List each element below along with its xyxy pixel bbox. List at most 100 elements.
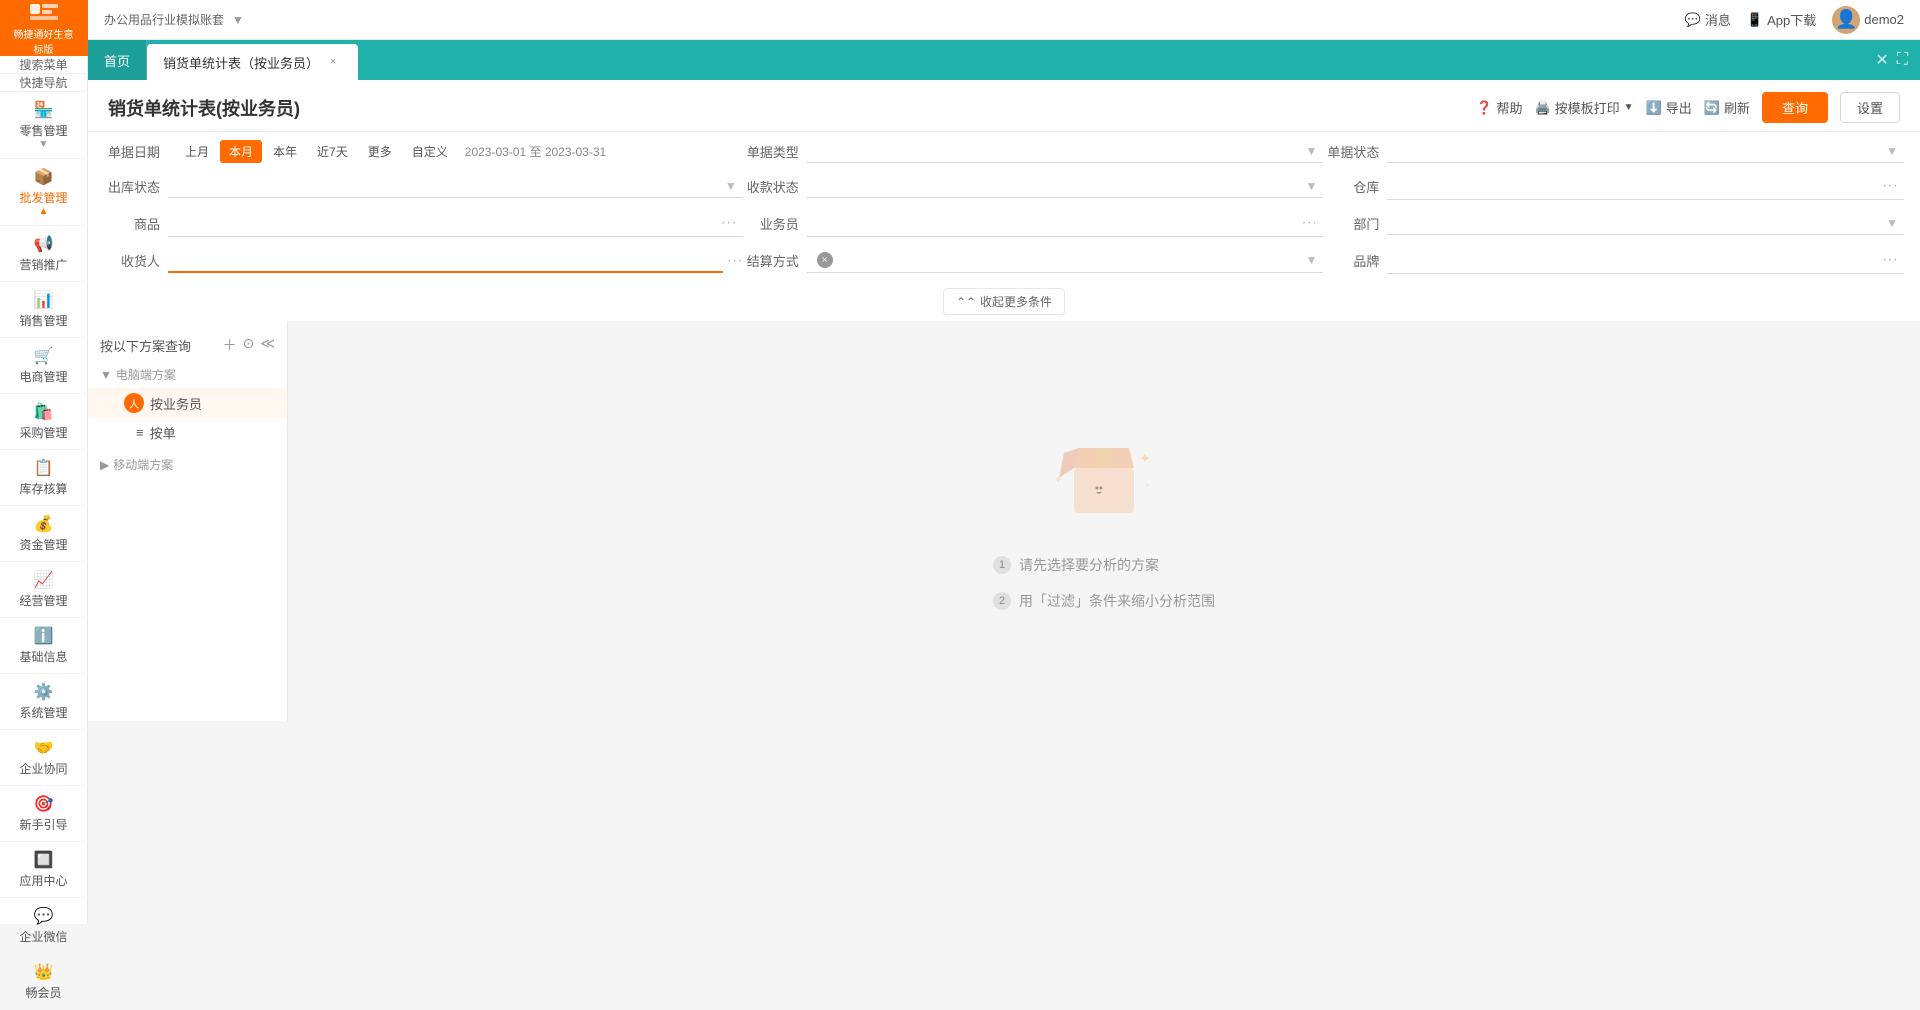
active-item-icon: 人: [124, 393, 144, 413]
brand-more-icon[interactable]: ···: [1882, 251, 1898, 269]
page-content: 销货单统计表(按业务员) ❓ 帮助 🖨️ 按模板打印 ▼ ⬇️ 导出 🔄 刷: [88, 80, 1920, 924]
warehouse-select[interactable]: ···: [1387, 173, 1904, 200]
sidebar-item-purchase[interactable]: 🛍️ 采购管理: [0, 394, 88, 450]
sidebar-item-app-center[interactable]: 🔲 应用中心: [0, 842, 88, 898]
settings-scheme-icon[interactable]: ⊙: [243, 335, 255, 355]
ecommerce-label: 电商管理: [19, 368, 67, 385]
tabbar: 首页 销货单统计表（按业务员） × ✕ ⛶: [88, 40, 1920, 80]
date-current-year-btn[interactable]: 本年: [264, 140, 306, 163]
receipt-status-select[interactable]: ▼: [807, 175, 1324, 198]
brand-select[interactable]: ···: [1387, 247, 1904, 274]
refresh-button[interactable]: 🔄 刷新: [1704, 98, 1750, 117]
pc-expand-arrow[interactable]: ▼: [100, 368, 112, 382]
date-prev-month-btn[interactable]: 上月: [176, 140, 218, 163]
filter-doc-type: 单据类型 ▼: [743, 140, 1324, 163]
user-avatar: 👤: [1832, 6, 1860, 34]
doc-status-select[interactable]: ▼: [1387, 140, 1904, 163]
tree-item-by-salesperson[interactable]: 人 按业务员: [88, 388, 287, 418]
date-custom-btn[interactable]: 自定义: [403, 140, 457, 163]
page-header: 销货单统计表(按业务员) ❓ 帮助 🖨️ 按模板打印 ▼ ⬇️ 导出 🔄 刷: [88, 80, 1920, 132]
tab-sales-stats[interactable]: 销货单统计表（按业务员） ×: [147, 44, 358, 80]
out-status-label: 出库状态: [104, 177, 160, 196]
payment-method-clear-icon[interactable]: ×: [817, 252, 833, 268]
department-select[interactable]: ▼: [1387, 212, 1904, 235]
sidebar-item-vip[interactable]: 👑 畅会员: [0, 954, 88, 1010]
sidebar-item-ecommerce[interactable]: 🛒 电商管理: [0, 338, 88, 394]
sidebar-item-newbie[interactable]: 🎯 新手引导: [0, 786, 88, 842]
sidebar-item-marketing[interactable]: 📢 营销推广: [0, 226, 88, 282]
mobile-expand-arrow[interactable]: ▶: [100, 458, 109, 472]
sales-icon: 📊: [34, 290, 54, 310]
message-icon: 💬: [1685, 12, 1701, 28]
topbar-dropdown-icon[interactable]: ▼: [232, 13, 244, 27]
quick-nav-label: 快捷导航: [19, 74, 67, 91]
inventory-label: 库存核算: [19, 480, 67, 497]
enterprise-label: 企业协同: [19, 760, 67, 777]
active-item-label: 按业务员: [150, 394, 202, 413]
date-more-btn[interactable]: 更多: [359, 140, 401, 163]
template-print-button[interactable]: 🖨️ 按模板打印 ▼: [1534, 98, 1633, 117]
date-recent7-btn[interactable]: 近7天: [308, 140, 357, 163]
sidebar-item-retail[interactable]: 🏪 零售管理 ▼: [0, 92, 88, 159]
marketing-icon: 📢: [34, 234, 54, 254]
sidebar-item-operations[interactable]: 📈 经营管理: [0, 562, 88, 618]
message-label: 消息: [1705, 10, 1731, 29]
topbar-right: 💬 消息 📱 App下载 👤 demo2: [1685, 6, 1904, 34]
vip-label: 畅会员: [25, 984, 61, 1001]
app-center-icon: 🔲: [34, 850, 54, 870]
goods-select[interactable]: ···: [168, 210, 743, 237]
filter-row-3: 商品 ··· 业务员 ··· 部门: [104, 210, 1904, 237]
filter-row-1: 单据日期 上月 本月 本年 近7天 更多 自定义 2023-03-01 至 20…: [104, 140, 1904, 163]
search-label: 搜索菜单: [19, 56, 67, 73]
sidebar-item-wholesale[interactable]: 📦 批发管理 ▲: [0, 159, 88, 226]
finance-icon: 💰: [34, 514, 54, 534]
date-current-month-btn[interactable]: 本月: [220, 140, 262, 163]
settings-button[interactable]: 设置: [1840, 92, 1900, 123]
warehouse-more-icon[interactable]: ···: [1882, 177, 1898, 195]
tabbar-close-btn[interactable]: ✕: [1875, 50, 1888, 70]
receiver-more-icon[interactable]: ···: [727, 252, 743, 270]
vip-icon: 👑: [34, 962, 54, 982]
topbar-app-download[interactable]: 📱 App下载: [1747, 10, 1816, 29]
sidebar-quick-nav[interactable]: 快捷导航: [0, 74, 88, 92]
sidebar-search-menu[interactable]: 搜索菜单: [0, 56, 88, 74]
tabbar-fullscreen-btn[interactable]: ⛶: [1897, 51, 1908, 69]
refresh-icon: 🔄: [1704, 100, 1720, 116]
filter-salesperson: 业务员 ···: [743, 210, 1324, 237]
tree-item-by-order[interactable]: ≡ 按单: [88, 418, 287, 447]
sidebar-item-system[interactable]: ⚙️ 系统管理: [0, 674, 88, 730]
sidebar-item-basic-info[interactable]: ℹ️ 基础信息: [0, 618, 88, 674]
sidebar-item-finance[interactable]: 💰 资金管理: [0, 506, 88, 562]
date-label: 单据日期: [104, 142, 160, 161]
query-button[interactable]: 查询: [1762, 92, 1828, 123]
purchase-label: 采购管理: [19, 424, 67, 441]
out-status-select[interactable]: ▼: [168, 175, 743, 198]
filter-out-status: 出库状态 ▼: [104, 175, 743, 198]
receiver-input[interactable]: [168, 248, 723, 273]
doc-type-select[interactable]: ▼: [807, 140, 1324, 163]
left-panel-header: 按以下方案查询 ＋ ⊙ ≪: [88, 329, 287, 361]
tab-home[interactable]: 首页: [88, 40, 147, 80]
tab-close-icon[interactable]: ×: [325, 54, 341, 70]
topbar-user[interactable]: 👤 demo2: [1832, 6, 1904, 34]
topbar-message[interactable]: 💬 消息: [1685, 10, 1731, 29]
salesperson-select[interactable]: ···: [807, 210, 1324, 237]
collapse-button[interactable]: ⌃⌃ 收起更多条件: [943, 288, 1065, 315]
sidebar-item-inventory[interactable]: 📋 库存核算: [0, 450, 88, 506]
main-area: 办公用品行业模拟账套 ▼ 💬 消息 📱 App下载 👤 demo2 首页: [88, 0, 1920, 924]
salesperson-more-icon[interactable]: ···: [1301, 214, 1317, 232]
tip-text-1: 请先选择要分析的方案: [1019, 551, 1159, 579]
filter-section: 单据日期 上月 本月 本年 近7天 更多 自定义 2023-03-01 至 20…: [88, 132, 1920, 321]
doc-type-dropdown-icon: ▼: [1305, 144, 1317, 158]
add-scheme-icon[interactable]: ＋: [223, 335, 237, 355]
payment-method-select[interactable]: × ▼: [807, 248, 1324, 273]
print-dropdown-icon: ▼: [1624, 102, 1634, 113]
sidebar-item-sales[interactable]: 📊 销售管理: [0, 282, 88, 338]
help-button[interactable]: ❓ 帮助: [1476, 98, 1522, 117]
collapse-panel-icon[interactable]: ≪: [260, 335, 275, 355]
export-icon: ⬇️: [1646, 100, 1662, 116]
export-button[interactable]: ⬇️ 导出: [1646, 98, 1692, 117]
sidebar-item-enterprise[interactable]: 🤝 企业协同: [0, 730, 88, 786]
sidebar-item-wechat[interactable]: 💬 企业微信: [0, 898, 88, 954]
goods-more-icon[interactable]: ···: [721, 214, 737, 232]
